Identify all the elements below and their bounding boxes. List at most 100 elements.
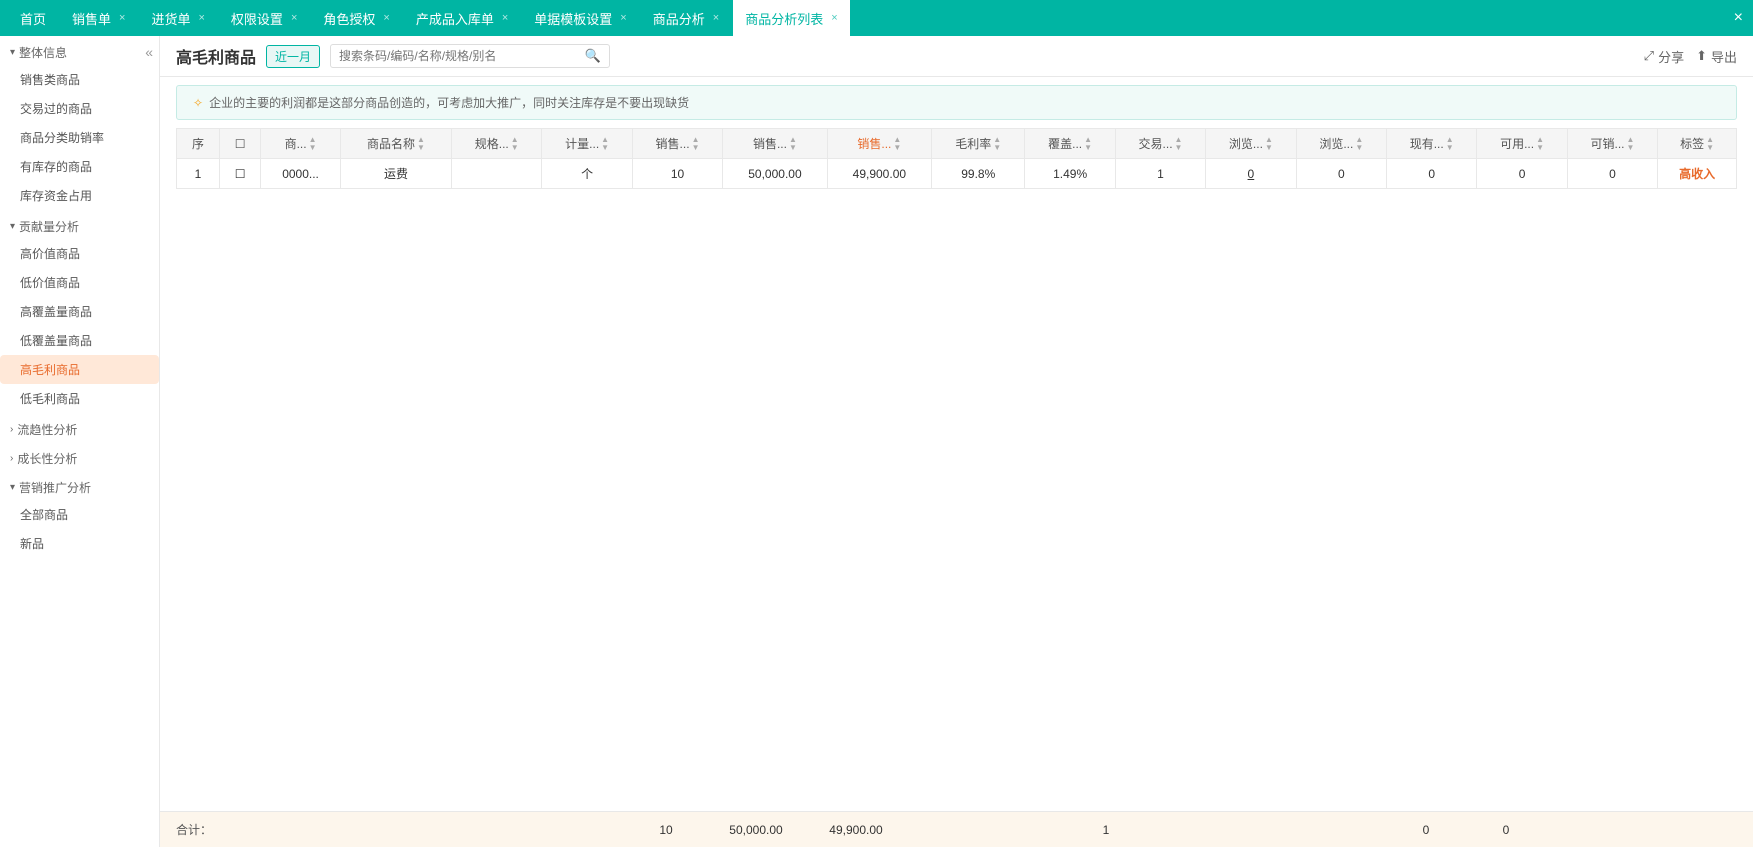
sidebar-item-in-stock[interactable]: 有库存的商品 [0, 152, 159, 181]
col-sales2[interactable]: 销售... ▲▼ [723, 129, 827, 159]
col-sellable[interactable]: 可销... ▲▼ [1567, 129, 1657, 159]
content-header: 高毛利商品 近一月 🔍 ⤢ 分享 ⬆ 导出 [160, 36, 1753, 77]
close-icon[interactable]: × [502, 12, 508, 24]
export-icon: ⬆ [1696, 48, 1707, 64]
content-area: 高毛利商品 近一月 🔍 ⤢ 分享 ⬆ 导出 ✧ 企业的主要的利润都是这部分商品创… [160, 36, 1753, 847]
sidebar-item-sales-goods[interactable]: 销售类商品 [0, 65, 159, 94]
sidebar-item-traded-goods[interactable]: 交易过的商品 [0, 94, 159, 123]
cell-name: 运费 [340, 159, 451, 189]
footer-sales1: 10 [626, 823, 706, 837]
top-nav: 首页 销售单 × 进货单 × 权限设置 × 角色授权 × 产成品入库单 × 单据… [0, 0, 1753, 36]
search-box: 🔍 [330, 44, 610, 68]
sidebar-group-overall[interactable]: ▾ 整体信息 [0, 36, 159, 65]
cell-checkbox[interactable]: ☐ [220, 159, 261, 189]
col-name[interactable]: 商品名称 ▲▼ [340, 129, 451, 159]
cell-coverage: 1.49% [1025, 159, 1115, 189]
nav-permission[interactable]: 权限设置 × [219, 0, 309, 36]
sort-icon: ▲▼ [1355, 136, 1363, 152]
nav-sales-order[interactable]: 销售单 × [60, 0, 137, 36]
close-icon[interactable]: × [291, 12, 297, 24]
footer-available: 0 [1386, 823, 1466, 837]
cell-current: 0 [1386, 159, 1476, 189]
export-btn[interactable]: ⬆ 导出 [1696, 47, 1737, 66]
cell-sales3: 49,900.00 [827, 159, 931, 189]
tip-text: 企业的主要的利润都是这部分商品创造的，可考虑加大推广，同时关注库存是不要出现缺货 [209, 94, 689, 111]
sort-icon: ▲▼ [1175, 136, 1183, 152]
sidebar-item-category-rate[interactable]: 商品分类助销率 [0, 123, 159, 152]
cell-spec [452, 159, 542, 189]
nav-product-in[interactable]: 产成品入库单 × [404, 0, 520, 36]
chevron-down-icon: ▾ [10, 482, 15, 493]
table-row: 1 ☐ 0000... 运费 个 10 50,000.00 49,900.00 … [177, 159, 1737, 189]
sidebar-item-high-coverage[interactable]: 高覆盖量商品 [0, 297, 159, 326]
sort-icon: ▲▼ [893, 136, 901, 152]
sidebar-item-high-margin[interactable]: 高毛利商品 [0, 355, 159, 384]
col-tag[interactable]: 标签 ▲▼ [1658, 129, 1737, 159]
col-checkbox[interactable]: ☐ [220, 129, 261, 159]
cell-gross: 99.8% [932, 159, 1025, 189]
sort-icon: ▲▼ [417, 136, 425, 152]
sort-icon: ▲▼ [993, 136, 1001, 152]
cell-sales1: 10 [632, 159, 722, 189]
col-current[interactable]: 现有... ▲▼ [1386, 129, 1476, 159]
sidebar-item-high-value[interactable]: 高价值商品 [0, 239, 159, 268]
nav-role[interactable]: 角色授权 × [311, 0, 401, 36]
chevron-down-icon: ▾ [10, 221, 15, 232]
col-sales1[interactable]: 销售... ▲▼ [632, 129, 722, 159]
main-layout: « ▾ 整体信息 销售类商品 交易过的商品 商品分类助销率 有库存的商品 库存资… [0, 36, 1753, 847]
table-container[interactable]: 序 ☐ 商... ▲▼ 商品名称 ▲▼ [160, 128, 1753, 811]
sidebar-item-low-coverage[interactable]: 低覆盖量商品 [0, 326, 159, 355]
close-icon[interactable]: × [620, 12, 626, 24]
col-browse2[interactable]: 浏览... ▲▼ [1296, 129, 1386, 159]
close-icon[interactable]: × [383, 12, 389, 24]
col-code[interactable]: 商... ▲▼ [261, 129, 341, 159]
close-all-tabs[interactable]: × [1734, 9, 1743, 27]
sort-icon: ▲▼ [1627, 136, 1635, 152]
sidebar-group-marketing[interactable]: ▾ 营销推广分析 [0, 471, 159, 500]
col-unit[interactable]: 计量... ▲▼ [542, 129, 632, 159]
sort-icon: ▲▼ [789, 136, 797, 152]
nav-template[interactable]: 单据模板设置 × [522, 0, 638, 36]
sort-icon: ▲▼ [1536, 136, 1544, 152]
footer-sellable: 0 [1466, 823, 1546, 837]
period-filter-btn[interactable]: 近一月 [266, 45, 320, 68]
col-coverage[interactable]: 覆盖... ▲▼ [1025, 129, 1115, 159]
col-spec[interactable]: 规格... ▲▼ [452, 129, 542, 159]
col-available[interactable]: 可用... ▲▼ [1477, 129, 1567, 159]
sidebar-group-growth[interactable]: › 成长性分析 [0, 442, 159, 471]
tip-icon: ✧ [193, 96, 203, 110]
nav-home[interactable]: 首页 [8, 0, 58, 36]
col-gross[interactable]: 毛利率 ▲▼ [932, 129, 1025, 159]
sort-icon: ▲▼ [511, 136, 519, 152]
sidebar-collapse-btn[interactable]: « [145, 44, 153, 60]
sort-icon: ▲▼ [692, 136, 700, 152]
sidebar-item-low-value[interactable]: 低价值商品 [0, 268, 159, 297]
sidebar-item-new-goods[interactable]: 新品 [0, 529, 159, 558]
close-icon[interactable]: × [119, 12, 125, 24]
col-trade[interactable]: 交易... ▲▼ [1115, 129, 1205, 159]
footer-total: 合计： 10 50,000.00 49,900.00 1 0 0 [160, 811, 1753, 847]
page-title: 高毛利商品 [176, 44, 256, 68]
sort-icon: ▲▼ [1706, 136, 1714, 152]
sidebar-group-trend[interactable]: › 流趋性分析 [0, 413, 159, 442]
close-icon[interactable]: × [831, 12, 837, 24]
close-icon[interactable]: × [198, 12, 204, 24]
footer-sales2: 50,000.00 [706, 823, 806, 837]
search-icon[interactable]: 🔍 [585, 48, 601, 64]
sidebar-item-all-goods[interactable]: 全部商品 [0, 500, 159, 529]
sidebar-item-stock-funds[interactable]: 库存资金占用 [0, 181, 159, 210]
col-seq: 序 [177, 129, 220, 159]
col-browse1[interactable]: 浏览... ▲▼ [1206, 129, 1296, 159]
share-btn[interactable]: ⤢ 分享 [1644, 47, 1684, 66]
sidebar-group-contribution[interactable]: ▾ 贡献量分析 [0, 210, 159, 239]
col-sales3[interactable]: 销售... ▲▼ [827, 129, 931, 159]
footer-sales3: 49,900.00 [806, 823, 906, 837]
nav-purchase[interactable]: 进货单 × [139, 0, 216, 36]
cell-browse1[interactable]: 0 [1206, 159, 1296, 189]
nav-analysis[interactable]: 商品分析 × [641, 0, 731, 36]
nav-analysis-list[interactable]: 商品分析列表 × [733, 0, 849, 36]
sidebar-item-low-margin[interactable]: 低毛利商品 [0, 384, 159, 413]
cell-unit: 个 [542, 159, 632, 189]
close-icon[interactable]: × [713, 12, 719, 24]
search-input[interactable] [339, 49, 579, 63]
